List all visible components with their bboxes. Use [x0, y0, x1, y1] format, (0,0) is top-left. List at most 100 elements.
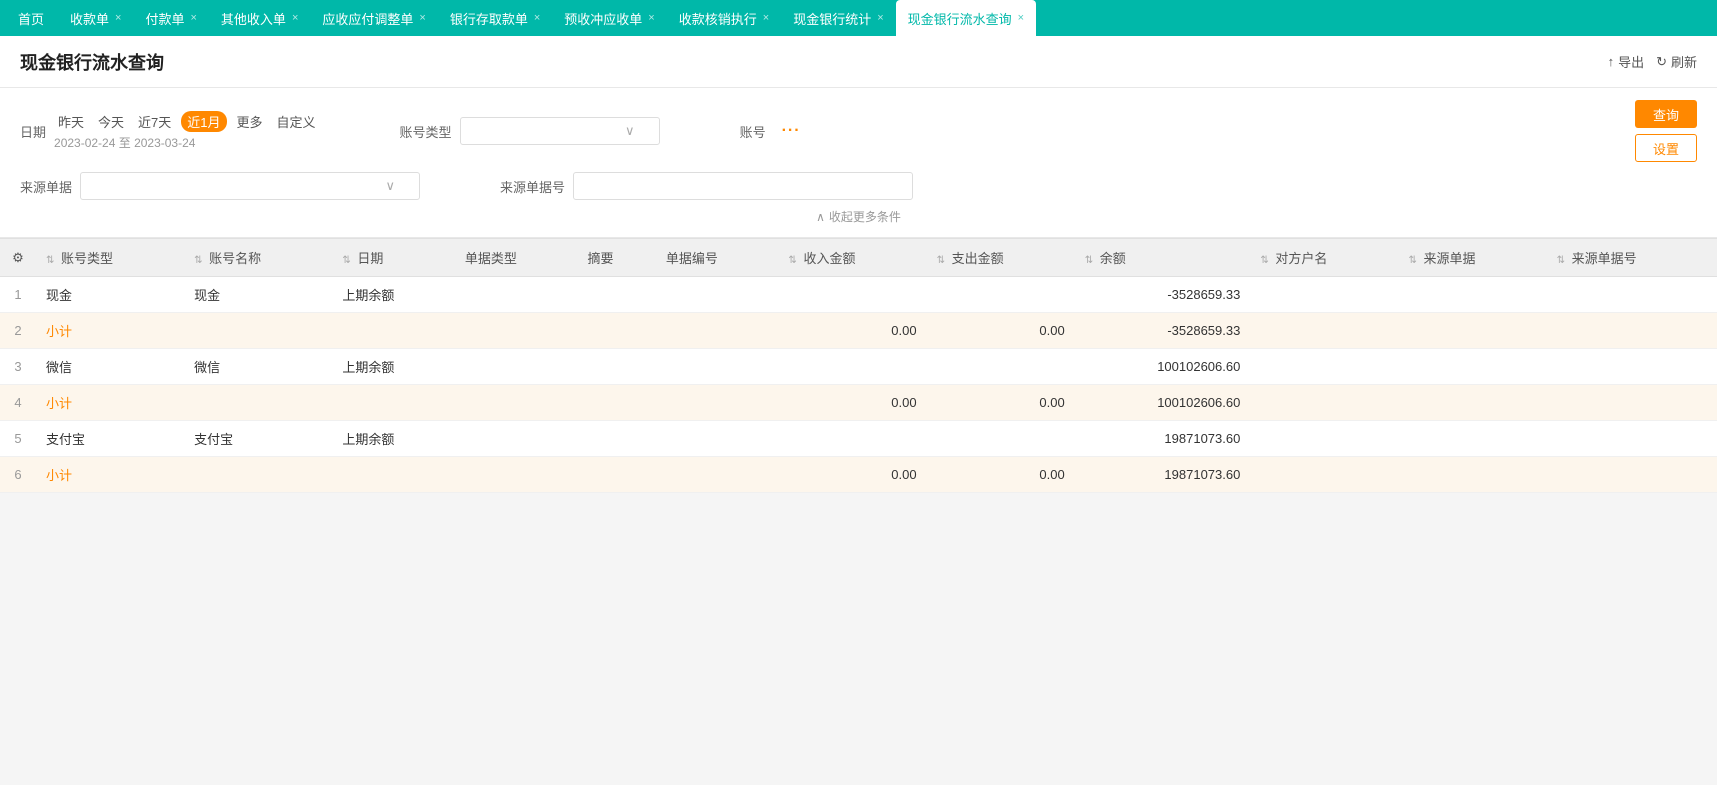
account-type-cell: 小计: [36, 385, 184, 421]
table-body: 1现金现金上期余额-3528659.332小计0.000.00-3528659.…: [0, 277, 1717, 493]
date-cell: 上期余额: [332, 421, 455, 457]
nav-home[interactable]: 首页: [4, 0, 58, 36]
source-doc-cell: [1399, 385, 1547, 421]
account-type-select[interactable]: ∨: [460, 117, 660, 145]
doc-no-cell: [656, 385, 779, 421]
col-source-doc-no: 来源单据号: [1547, 239, 1717, 277]
summary-cell: [578, 313, 656, 349]
header-actions: ↑ 导出 ↻ 刷新: [1608, 52, 1697, 71]
source-doc-cell: [1399, 277, 1547, 313]
counterpart-cell: [1250, 277, 1398, 313]
table-row: 3微信微信上期余额100102606.60: [0, 349, 1717, 385]
date-btn-more[interactable]: 更多: [233, 111, 267, 132]
source-doc-no-label: 来源单据号: [500, 177, 565, 196]
date-cell: [332, 457, 455, 493]
source-doc-cell: [1399, 313, 1547, 349]
nav-item-7[interactable]: 现金银行统计 ×: [781, 0, 895, 36]
counterpart-cell: [1250, 313, 1398, 349]
doc-type-cell: [455, 421, 578, 457]
source-doc-no-cell: [1547, 313, 1717, 349]
account-name-cell: [184, 457, 332, 493]
date-btn-today[interactable]: 今天: [94, 111, 128, 132]
col-doc-no: 单据编号: [656, 239, 779, 277]
col-counterpart: 对方户名: [1250, 239, 1398, 277]
row-number: 4: [0, 385, 36, 421]
doc-no-cell: [656, 421, 779, 457]
account-type-filter: 账号类型 ∨: [400, 117, 660, 145]
source-doc-no-filter: 来源单据号: [500, 172, 913, 200]
close-icon[interactable]: ×: [292, 12, 298, 24]
nav-item-1[interactable]: 付款单 ×: [133, 0, 208, 36]
summary-cell: [578, 457, 656, 493]
source-doc-cell: [1399, 421, 1547, 457]
doc-type-cell: [455, 277, 578, 313]
close-icon[interactable]: ×: [190, 12, 196, 24]
expense-cell: 0.00: [927, 385, 1075, 421]
table-header-row: ⚙ 账号类型 账号名称 日期 单据类型 摘要 单据编号: [0, 239, 1717, 277]
export-button[interactable]: ↑ 导出: [1608, 52, 1645, 71]
close-icon[interactable]: ×: [648, 12, 654, 24]
settings-button[interactable]: 设置: [1635, 134, 1697, 162]
account-label: 账号: [740, 122, 766, 141]
date-cell: [332, 313, 455, 349]
settings-icon[interactable]: ⚙: [12, 250, 24, 265]
query-button[interactable]: 查询: [1635, 100, 1697, 128]
close-icon[interactable]: ×: [763, 12, 769, 24]
col-settings[interactable]: ⚙: [0, 239, 36, 277]
table-row: 6小计0.000.0019871073.60: [0, 457, 1717, 493]
collapse-bar[interactable]: ∧ 收起更多条件: [20, 208, 1697, 225]
nav-item-0[interactable]: 收款单 ×: [58, 0, 133, 36]
close-icon[interactable]: ×: [419, 12, 425, 24]
date-btn-1month[interactable]: 近1月: [181, 111, 226, 132]
summary-cell: [578, 277, 656, 313]
counterpart-cell: [1250, 421, 1398, 457]
table-row: 1现金现金上期余额-3528659.33: [0, 277, 1717, 313]
counterpart-cell: [1250, 385, 1398, 421]
nav-item-5[interactable]: 预收冲应收单 ×: [552, 0, 666, 36]
summary-cell: [578, 421, 656, 457]
balance-cell: 19871073.60: [1075, 457, 1251, 493]
date-btn-7days[interactable]: 近7天: [134, 111, 175, 132]
close-icon[interactable]: ×: [877, 12, 883, 24]
source-doc-no-cell: [1547, 421, 1717, 457]
date-block: 昨天 今天 近7天 近1月 更多 自定义 2023-02-24 至 2023-0…: [54, 111, 320, 151]
expense-cell: 0.00: [927, 313, 1075, 349]
summary-cell: [578, 385, 656, 421]
date-shortcuts: 昨天 今天 近7天 近1月 更多 自定义: [54, 111, 320, 132]
close-icon[interactable]: ×: [115, 12, 121, 24]
nav-item-6[interactable]: 收款核销执行 ×: [667, 0, 781, 36]
nav-item-4[interactable]: 银行存取款单 ×: [438, 0, 552, 36]
account-type-cell: 支付宝: [36, 421, 184, 457]
chevron-down-icon: ∨: [386, 178, 396, 194]
table-container: ⚙ 账号类型 账号名称 日期 单据类型 摘要 单据编号: [0, 238, 1717, 493]
doc-no-cell: [656, 349, 779, 385]
refresh-button[interactable]: ↻ 刷新: [1656, 52, 1697, 71]
account-name-cell: 支付宝: [184, 421, 332, 457]
table-row: 4小计0.000.00100102606.60: [0, 385, 1717, 421]
source-doc-select[interactable]: ∨: [80, 172, 420, 200]
account-type-label: 账号类型: [400, 122, 452, 141]
doc-no-cell: [656, 457, 779, 493]
balance-cell: 100102606.60: [1075, 385, 1251, 421]
date-btn-custom[interactable]: 自定义: [273, 111, 320, 132]
account-name-cell: [184, 385, 332, 421]
date-btn-yesterday[interactable]: 昨天: [54, 111, 88, 132]
doc-type-cell: [455, 457, 578, 493]
col-date: 日期: [332, 239, 455, 277]
nav-item-8[interactable]: 现金银行流水查询 ×: [896, 0, 1036, 36]
account-type-cell: 微信: [36, 349, 184, 385]
table-row: 5支付宝支付宝上期余额19871073.60: [0, 421, 1717, 457]
close-icon[interactable]: ×: [1018, 12, 1024, 24]
row-number: 3: [0, 349, 36, 385]
account-filter: 账号 ···: [740, 122, 809, 141]
more-dots[interactable]: ···: [782, 122, 801, 140]
close-icon[interactable]: ×: [534, 12, 540, 24]
summary-cell: [578, 349, 656, 385]
account-name-cell: 微信: [184, 349, 332, 385]
nav-item-3[interactable]: 应收应付调整单 ×: [310, 0, 437, 36]
export-icon: ↑: [1608, 54, 1615, 69]
nav-item-2[interactable]: 其他收入单 ×: [209, 0, 310, 36]
source-doc-filter: 来源单据 ∨: [20, 172, 420, 200]
source-doc-no-input[interactable]: [573, 172, 913, 200]
action-buttons: 查询 设置: [1635, 100, 1697, 162]
